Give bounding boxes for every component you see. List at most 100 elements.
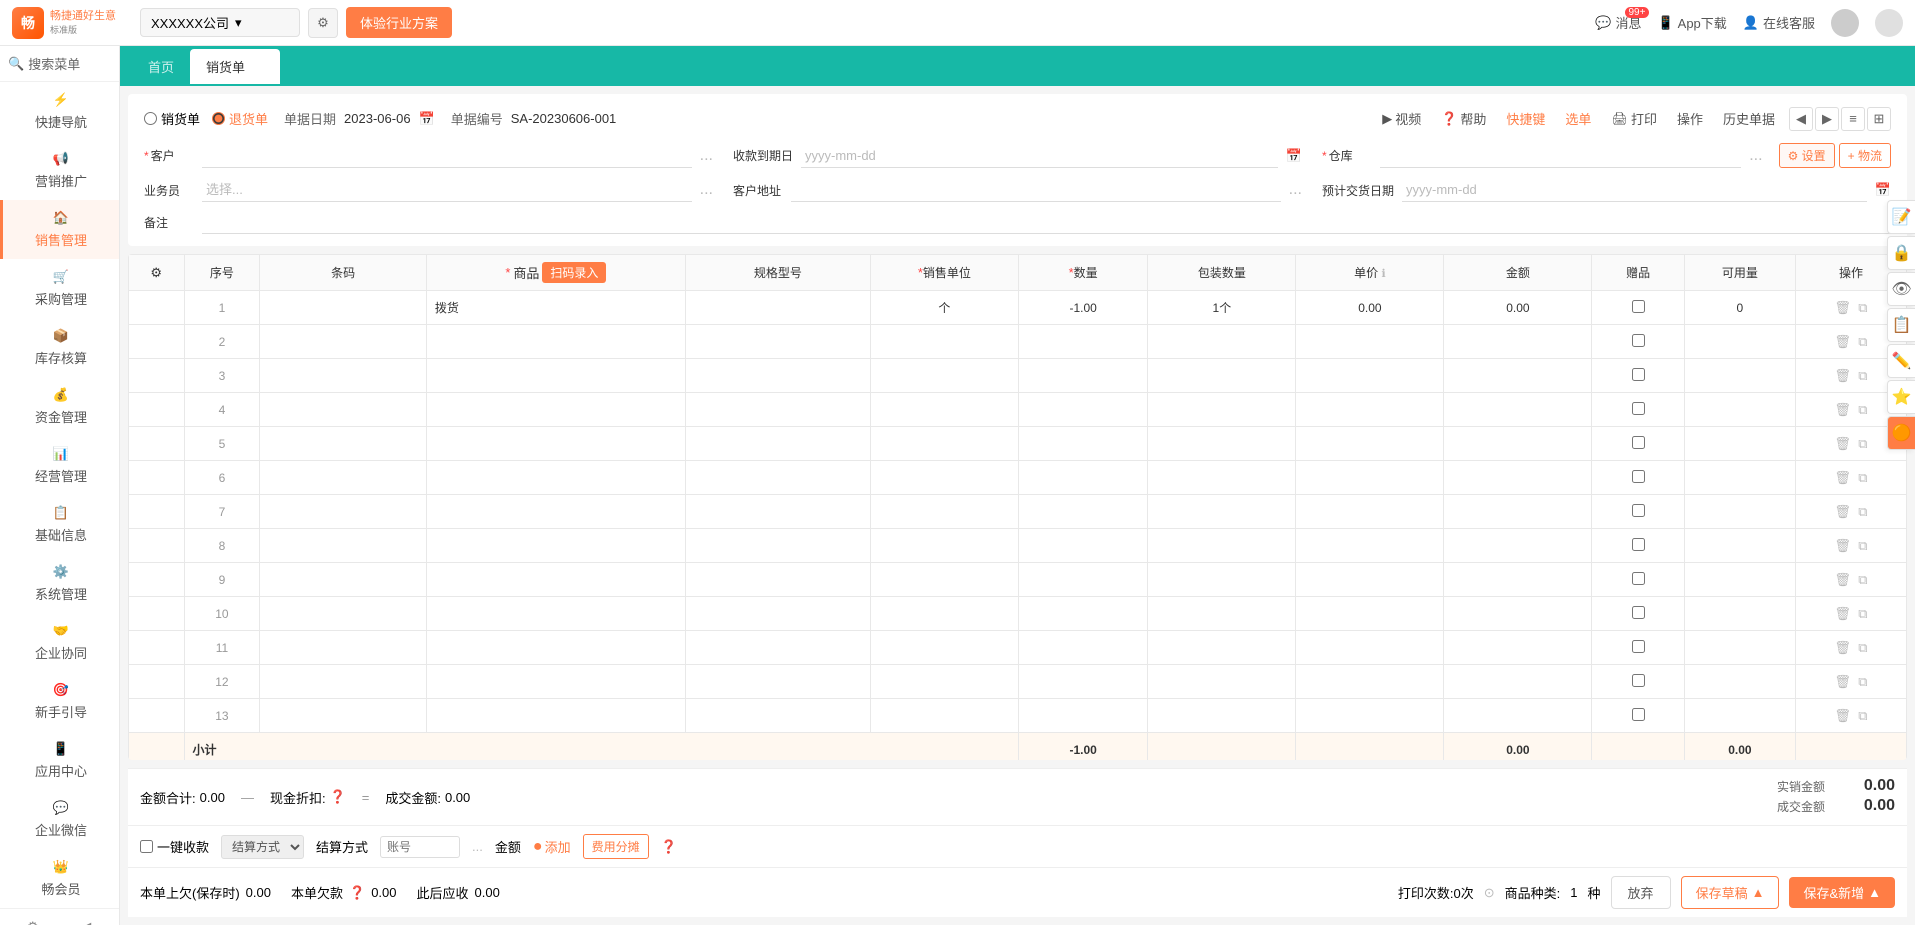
select-order-btn[interactable]: 选单 <box>1559 106 1597 131</box>
customer-address-input[interactable] <box>791 178 1281 202</box>
sidebar-item-inventory[interactable]: 📦 库存核算 <box>0 318 119 377</box>
calendar-icon[interactable]: 📅 <box>419 111 435 127</box>
sidebar-item-operations[interactable]: 📊 经营管理 <box>0 436 119 495</box>
rf-copy-btn[interactable]: 📋 <box>1887 308 1915 342</box>
copy-icon[interactable]: ⧉ <box>1858 504 1867 519</box>
avatar[interactable] <box>1831 9 1859 37</box>
rf-pencil-btn[interactable]: ✏️ <box>1887 344 1915 378</box>
customer-input[interactable] <box>202 144 692 168</box>
gift-checkbox[interactable] <box>1632 708 1645 721</box>
message-button[interactable]: 💬 消息 99+ <box>1595 13 1641 32</box>
rf-star-btn[interactable]: ⭐ <box>1887 380 1915 414</box>
copy-icon[interactable]: ⧉ <box>1858 300 1867 315</box>
online-service-button[interactable]: 👤 在线客服 <box>1743 13 1815 32</box>
sidebar-item-guide[interactable]: 🎯 新手引导 <box>0 672 119 731</box>
copy-icon[interactable]: ⧉ <box>1858 640 1867 655</box>
operate-btn[interactable]: 操作 <box>1671 106 1709 131</box>
help-btn[interactable]: ❓ 帮助 <box>1435 106 1492 131</box>
payment-dots[interactable]: ... <box>472 839 483 854</box>
tab-sales-order[interactable]: 销货单 ✕ <box>190 49 280 84</box>
print-btn[interactable]: 🖨 打印 <box>1605 106 1663 131</box>
trial-button[interactable]: 体验行业方案 <box>346 7 452 38</box>
expected-date-calendar-icon[interactable]: 📅 <box>1875 182 1891 198</box>
warehouse-dots[interactable]: ... <box>1749 147 1762 165</box>
remark-input[interactable] <box>202 210 1891 234</box>
sidebar-item-sales[interactable]: 🏠 销售管理 <box>0 200 119 259</box>
gift-checkbox[interactable] <box>1632 334 1645 347</box>
gift-checkbox[interactable] <box>1632 640 1645 653</box>
payment-method-select[interactable]: 结算方式 <box>221 835 304 859</box>
sidebar-search[interactable]: 🔍 搜索菜单 <box>0 46 119 82</box>
sidebar-item-finance[interactable]: 💰 资金管理 <box>0 377 119 436</box>
copy-icon[interactable]: ⧉ <box>1858 606 1867 621</box>
expense-question-icon[interactable]: ❓ <box>661 839 677 855</box>
grid-view-btn[interactable]: ⊞ <box>1867 107 1891 131</box>
copy-icon[interactable]: ⧉ <box>1858 470 1867 485</box>
goods-type-icon[interactable]: ⊙ <box>1484 885 1495 901</box>
payment-due-calendar-icon[interactable]: 📅 <box>1286 148 1302 164</box>
delete-icon[interactable]: 🗑 <box>1834 606 1851 621</box>
setup-button[interactable]: ⚙ 设置 <box>1779 143 1835 168</box>
copy-icon[interactable]: ⧉ <box>1858 572 1867 587</box>
copy-icon[interactable]: ⧉ <box>1858 436 1867 451</box>
settings-icon[interactable]: ⚙ <box>150 265 162 280</box>
rf-lock-btn[interactable]: 🔒 <box>1887 236 1915 270</box>
delete-icon[interactable]: 🗑 <box>1834 504 1851 519</box>
copy-icon[interactable]: ⧉ <box>1858 708 1867 723</box>
question-icon[interactable]: ❓ <box>330 789 346 805</box>
video-btn[interactable]: ▶ 视频 <box>1376 106 1427 131</box>
sidebar-item-wechat[interactable]: 💬 企业微信 <box>0 790 119 849</box>
tab-home[interactable]: 首页 <box>132 49 190 84</box>
save-draft-button[interactable]: 保存草稿 ▲ <box>1681 876 1780 909</box>
customer-address-dots[interactable]: ... <box>1289 181 1302 199</box>
rf-orange-btn[interactable]: 🟠 <box>1887 416 1915 450</box>
gift-checkbox[interactable] <box>1632 504 1645 517</box>
gift-checkbox[interactable] <box>1632 538 1645 551</box>
delete-icon[interactable]: 🗑 <box>1834 300 1851 315</box>
sidebar-item-system[interactable]: ⚙️ 系统管理 <box>0 554 119 613</box>
rf-edit-btn[interactable]: 📝 <box>1887 200 1915 234</box>
list-view-btn[interactable]: ≡ <box>1841 107 1865 131</box>
expense-btn[interactable]: 费用分摊 <box>583 834 649 859</box>
sidebar-item-appstore[interactable]: 📱 应用中心 <box>0 731 119 790</box>
col-settings[interactable]: ⚙ <box>129 255 185 291</box>
delete-icon[interactable]: 🗑 <box>1834 538 1851 553</box>
gift-checkbox[interactable] <box>1632 470 1645 483</box>
sidebar-item-enterprise[interactable]: 🤝 企业协同 <box>0 613 119 672</box>
scan-button[interactable]: 扫码录入 <box>542 262 606 283</box>
sidebar-item-basic[interactable]: 📋 基础信息 <box>0 495 119 554</box>
next-btn[interactable]: ▶ <box>1815 107 1839 131</box>
copy-icon[interactable]: ⧉ <box>1858 674 1867 689</box>
doc-balance-question[interactable]: ❓ <box>349 885 365 901</box>
gift-checkbox[interactable] <box>1632 368 1645 381</box>
customer-dots[interactable]: ... <box>700 147 713 165</box>
gift-checkbox[interactable] <box>1632 606 1645 619</box>
radio-return-input[interactable] <box>212 112 225 125</box>
expected-date-input[interactable] <box>1402 178 1867 202</box>
gift-checkbox[interactable] <box>1632 674 1645 687</box>
delete-icon[interactable]: 🗑 <box>1834 436 1851 451</box>
prev-btn[interactable]: ◀ <box>1789 107 1813 131</box>
warehouse-input[interactable]: 建材仓 <box>1380 144 1741 168</box>
gift-checkbox[interactable] <box>1632 436 1645 449</box>
delete-icon[interactable]: 🗑 <box>1834 470 1851 485</box>
sidebar-settings-btn[interactable]: ⚙ <box>10 919 56 925</box>
salesperson-dots[interactable]: ... <box>700 181 713 199</box>
save-new-button[interactable]: 保存&新增 ▲ <box>1789 877 1895 908</box>
sidebar-collapse-btn[interactable]: ◀ <box>64 919 110 925</box>
gear-button[interactable]: ⚙ <box>308 8 338 38</box>
logistics-button[interactable]: + 物流 <box>1839 143 1891 168</box>
delete-icon[interactable]: 🗑 <box>1834 640 1851 655</box>
history-btn[interactable]: 历史单据 <box>1717 106 1781 131</box>
copy-icon[interactable]: ⧉ <box>1858 538 1867 553</box>
delete-icon[interactable]: 🗑 <box>1834 402 1851 417</box>
copy-icon[interactable]: ⧉ <box>1858 402 1867 417</box>
radio-sale[interactable]: 销货单 <box>144 109 200 128</box>
radio-sale-input[interactable] <box>144 112 157 125</box>
delete-icon[interactable]: 🗑 <box>1834 572 1851 587</box>
gift-checkbox[interactable] <box>1632 572 1645 585</box>
avatar2[interactable] <box>1875 9 1903 37</box>
sidebar-item-quick-nav[interactable]: ⚡ 快捷导航 <box>0 82 119 141</box>
gift-checkbox[interactable] <box>1632 402 1645 415</box>
delete-icon[interactable]: 🗑 <box>1834 708 1851 723</box>
